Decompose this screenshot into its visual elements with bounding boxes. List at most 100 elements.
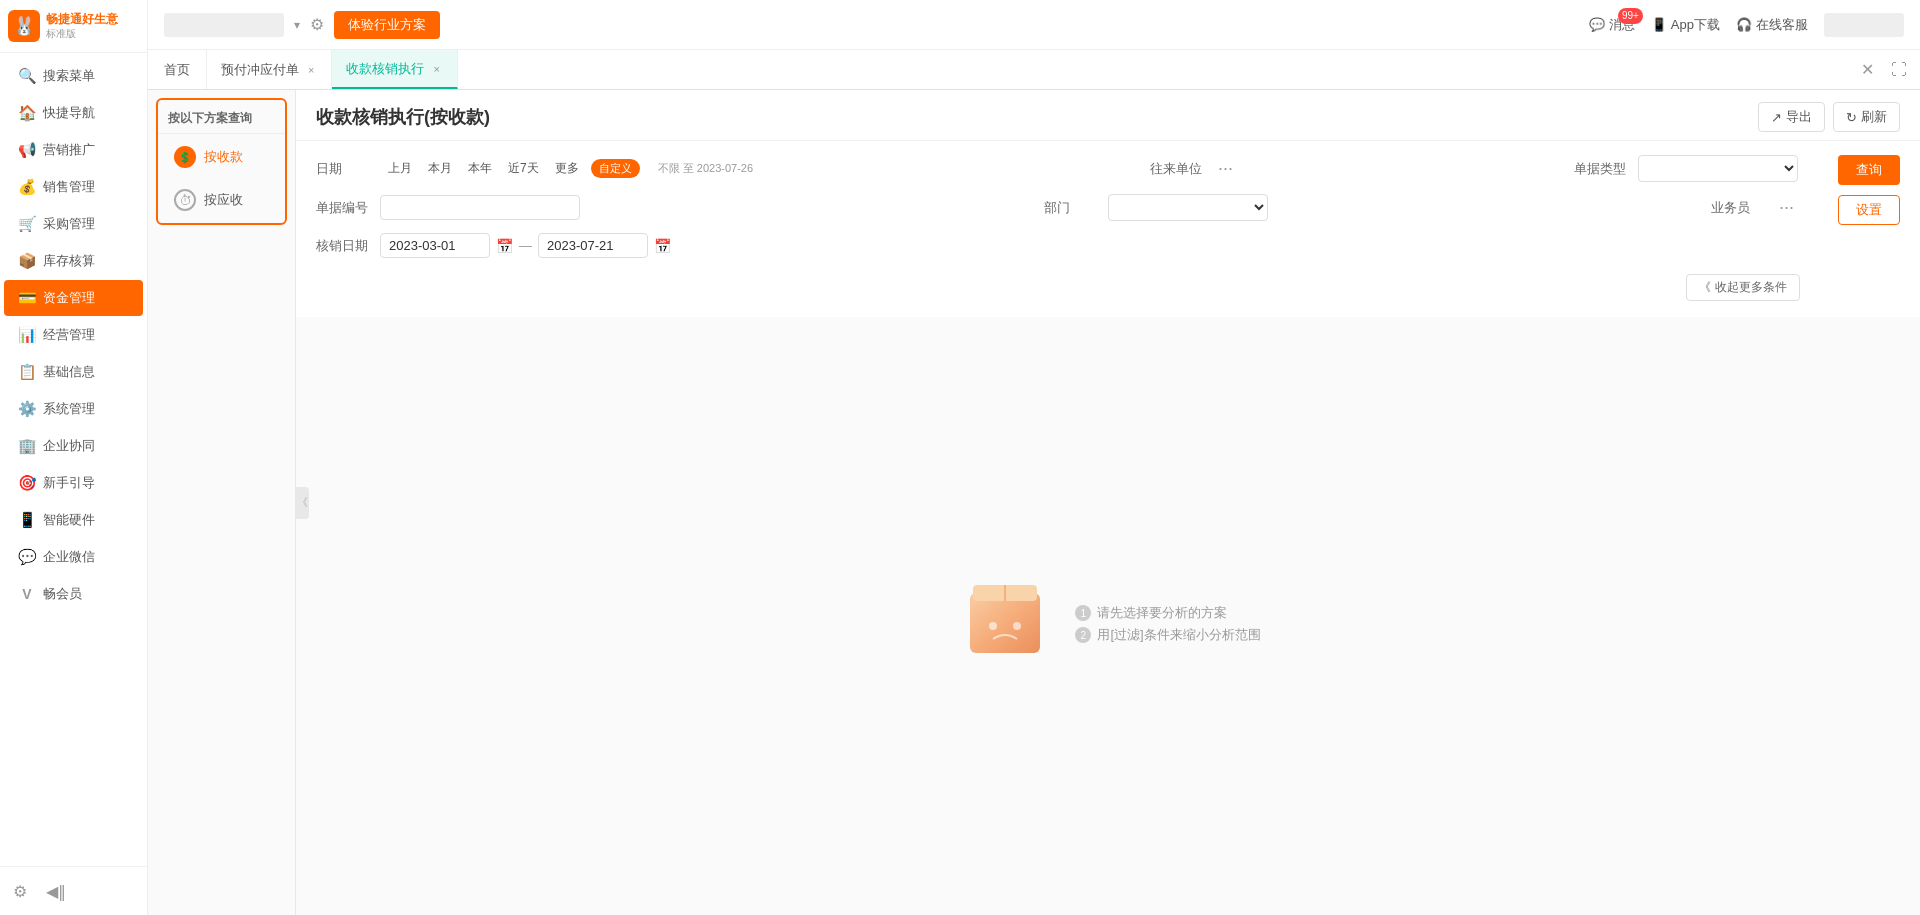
operations-nav-icon: 📊 bbox=[18, 326, 36, 344]
tab-prepay[interactable]: 预付冲应付单 × bbox=[207, 50, 332, 89]
bill-type-select[interactable] bbox=[1638, 155, 1798, 182]
sidebar-item-inventory[interactable]: 📦 库存核算 bbox=[4, 243, 143, 279]
empty-hint-1: 1 请先选择要分析的方案 bbox=[1075, 604, 1260, 622]
sidebar-item-sales[interactable]: 💰 销售管理 bbox=[4, 169, 143, 205]
collapse-sidebar-btn[interactable]: ◀‖ bbox=[40, 875, 72, 907]
close-tab-icon-btn[interactable]: ✕ bbox=[1854, 57, 1880, 83]
date-custom-badge[interactable]: 自定义 bbox=[591, 159, 640, 178]
dept-select[interactable] bbox=[1108, 194, 1268, 221]
tab-prepay-close[interactable]: × bbox=[305, 63, 317, 77]
content-area: 按以下方案查询 💲 按收款 ⏱ 按应收 《 收款核销执行(按收款) bbox=[148, 90, 1920, 915]
sidebar-item-cooperation[interactable]: 🏢 企业协同 bbox=[4, 428, 143, 464]
sidebar-logo: 🐰 畅捷通好生意 标准版 bbox=[0, 0, 147, 53]
refresh-button[interactable]: ↻ 刷新 bbox=[1833, 102, 1900, 132]
app-download-button[interactable]: 📱 App下载 bbox=[1651, 16, 1720, 34]
main-area: ▾ ⚙ 体验行业方案 💬 消息 99+ 📱 App下载 🎧 在线客服 首页 预付… bbox=[148, 0, 1920, 915]
logo-text: 畅捷通好生意 标准版 bbox=[46, 12, 118, 41]
left-panel-item-by-receivable[interactable]: ⏱ 按应收 bbox=[162, 180, 281, 220]
partner-filter-label: 往来单位 bbox=[1150, 160, 1202, 178]
filter-row-3: 核销日期 📅 — 📅 bbox=[316, 233, 1900, 258]
staff-dots-btn[interactable]: ··· bbox=[1775, 197, 1798, 218]
finance-nav-icon: 💳 bbox=[18, 289, 36, 307]
guide-nav-icon: 🎯 bbox=[18, 474, 36, 492]
verify-date-start-input[interactable] bbox=[380, 233, 490, 258]
collapse-more-button[interactable]: 《 收起更多条件 bbox=[1686, 274, 1800, 301]
sidebar-item-guide[interactable]: 🎯 新手引导 bbox=[4, 465, 143, 501]
topbar-chevron-icon[interactable]: ▾ bbox=[294, 18, 300, 32]
filter-settings-button[interactable]: 设置 bbox=[1838, 195, 1900, 225]
right-main: 收款核销执行(按收款) ↗ 导出 ↻ 刷新 日期 bbox=[296, 90, 1920, 915]
sidebar: 🐰 畅捷通好生意 标准版 🔍 搜索菜单 🏠 快捷导航 📢 营销推广 💰 销售管理… bbox=[0, 0, 148, 915]
fullscreen-icon-btn[interactable]: ⛶ bbox=[1886, 57, 1912, 83]
cooperation-nav-icon: 🏢 bbox=[18, 437, 36, 455]
hardware-nav-icon: 📱 bbox=[18, 511, 36, 529]
service-label: 在线客服 bbox=[1756, 16, 1808, 34]
staff-filter-label: 业务员 bbox=[1711, 199, 1763, 217]
sidebar-item-search[interactable]: 🔍 搜索菜单 bbox=[4, 58, 143, 94]
empty-state-content: 1 请先选择要分析的方案 2 用[过滤]条件来缩小分析范围 bbox=[955, 571, 1260, 661]
collapse-more-row: 《 收起更多条件 bbox=[316, 270, 1900, 309]
tabbar: 首页 预付冲应付单 × 收款核销执行 × ✕ ⛶ bbox=[148, 50, 1920, 90]
receipt-item-label: 按收款 bbox=[204, 148, 243, 166]
export-button[interactable]: ↗ 导出 bbox=[1758, 102, 1825, 132]
page-header: 收款核销执行(按收款) ↗ 导出 ↻ 刷新 bbox=[296, 90, 1920, 141]
message-button[interactable]: 💬 消息 99+ bbox=[1589, 16, 1635, 34]
member-nav-icon: V bbox=[18, 585, 36, 603]
sidebar-label-finance: 资金管理 bbox=[43, 289, 95, 307]
sidebar-item-marketing[interactable]: 📢 营销推广 bbox=[4, 132, 143, 168]
inventory-nav-icon: 📦 bbox=[18, 252, 36, 270]
tab-home[interactable]: 首页 bbox=[148, 50, 207, 89]
logo-sub: 标准版 bbox=[46, 27, 118, 40]
sidebar-nav: 🔍 搜索菜单 🏠 快捷导航 📢 营销推广 💰 销售管理 🛒 采购管理 📦 库存核… bbox=[0, 53, 147, 866]
sidebar-label-basic-info: 基础信息 bbox=[43, 363, 95, 381]
sidebar-label-operations: 经营管理 bbox=[43, 326, 95, 344]
empty-illustration bbox=[955, 571, 1055, 661]
sidebar-item-wechat[interactable]: 💬 企业微信 bbox=[4, 539, 143, 575]
sidebar-label-hardware: 智能硬件 bbox=[43, 511, 95, 529]
date-btn-7days[interactable]: 近7天 bbox=[500, 157, 547, 180]
sales-nav-icon: 💰 bbox=[18, 178, 36, 196]
bill-no-input[interactable] bbox=[380, 195, 580, 220]
sidebar-item-quick-nav[interactable]: 🏠 快捷导航 bbox=[4, 95, 143, 131]
sidebar-item-operations[interactable]: 📊 经营管理 bbox=[4, 317, 143, 353]
partner-dots-btn[interactable]: ··· bbox=[1214, 158, 1237, 179]
query-button[interactable]: 查询 bbox=[1838, 155, 1900, 185]
sidebar-item-hardware[interactable]: 📱 智能硬件 bbox=[4, 502, 143, 538]
sidebar-label-quick-nav: 快捷导航 bbox=[43, 104, 95, 122]
sidebar-label-sales: 销售管理 bbox=[43, 178, 95, 196]
date-btn-this-month[interactable]: 本月 bbox=[420, 157, 460, 180]
sidebar-item-system[interactable]: ⚙️ 系统管理 bbox=[4, 391, 143, 427]
online-service-button[interactable]: 🎧 在线客服 bbox=[1736, 16, 1808, 34]
date-btn-this-year[interactable]: 本年 bbox=[460, 157, 500, 180]
sidebar-item-finance[interactable]: 💳 资金管理 bbox=[4, 280, 143, 316]
left-panel: 按以下方案查询 💲 按收款 ⏱ 按应收 bbox=[148, 90, 296, 915]
date-btn-more[interactable]: 更多 bbox=[547, 157, 587, 180]
filter-row-2: 单据编号 部门 业务员 ··· bbox=[316, 194, 1900, 221]
bill-type-filter-label: 单据类型 bbox=[1574, 160, 1626, 178]
user-info[interactable] bbox=[1824, 13, 1904, 37]
sidebar-item-purchase[interactable]: 🛒 采购管理 bbox=[4, 206, 143, 242]
tab-receive[interactable]: 收款核销执行 × bbox=[332, 50, 457, 89]
topbar-gear-icon[interactable]: ⚙ bbox=[310, 15, 324, 34]
main-content: 1 请先选择要分析的方案 2 用[过滤]条件来缩小分析范围 bbox=[296, 317, 1920, 915]
collapse-more-icon: 《 bbox=[1699, 279, 1711, 296]
sidebar-item-member[interactable]: V 畅会员 bbox=[4, 576, 143, 612]
settings-icon-btn[interactable]: ⚙ bbox=[4, 875, 36, 907]
basic-info-nav-icon: 📋 bbox=[18, 363, 36, 381]
date-btn-last-month[interactable]: 上月 bbox=[380, 157, 420, 180]
hint-text-2: 用[过滤]条件来缩小分析范围 bbox=[1097, 626, 1260, 644]
collapse-panel-arrow[interactable]: 《 bbox=[296, 487, 309, 519]
receivable-item-icon: ⏱ bbox=[174, 189, 196, 211]
date-quick-btns: 上月 本月 本年 近7天 更多 自定义 bbox=[380, 157, 640, 180]
filter-row-1: 日期 上月 本月 本年 近7天 更多 自定义 不限 至 2023-07-26 往… bbox=[316, 155, 1900, 182]
receivable-item-label: 按应收 bbox=[204, 191, 243, 209]
topbar: ▾ ⚙ 体验行业方案 💬 消息 99+ 📱 App下载 🎧 在线客服 bbox=[148, 0, 1920, 50]
sidebar-item-basic-info[interactable]: 📋 基础信息 bbox=[4, 354, 143, 390]
tab-receive-close[interactable]: × bbox=[430, 62, 442, 76]
verify-date-start-cal-icon[interactable]: 📅 bbox=[496, 238, 513, 254]
verify-date-end-input[interactable] bbox=[538, 233, 648, 258]
hint-text-1: 请先选择要分析的方案 bbox=[1097, 604, 1227, 622]
verify-date-end-cal-icon[interactable]: 📅 bbox=[654, 238, 671, 254]
left-panel-item-by-receipt[interactable]: 💲 按收款 bbox=[162, 137, 281, 177]
industry-plan-button[interactable]: 体验行业方案 bbox=[334, 11, 440, 39]
